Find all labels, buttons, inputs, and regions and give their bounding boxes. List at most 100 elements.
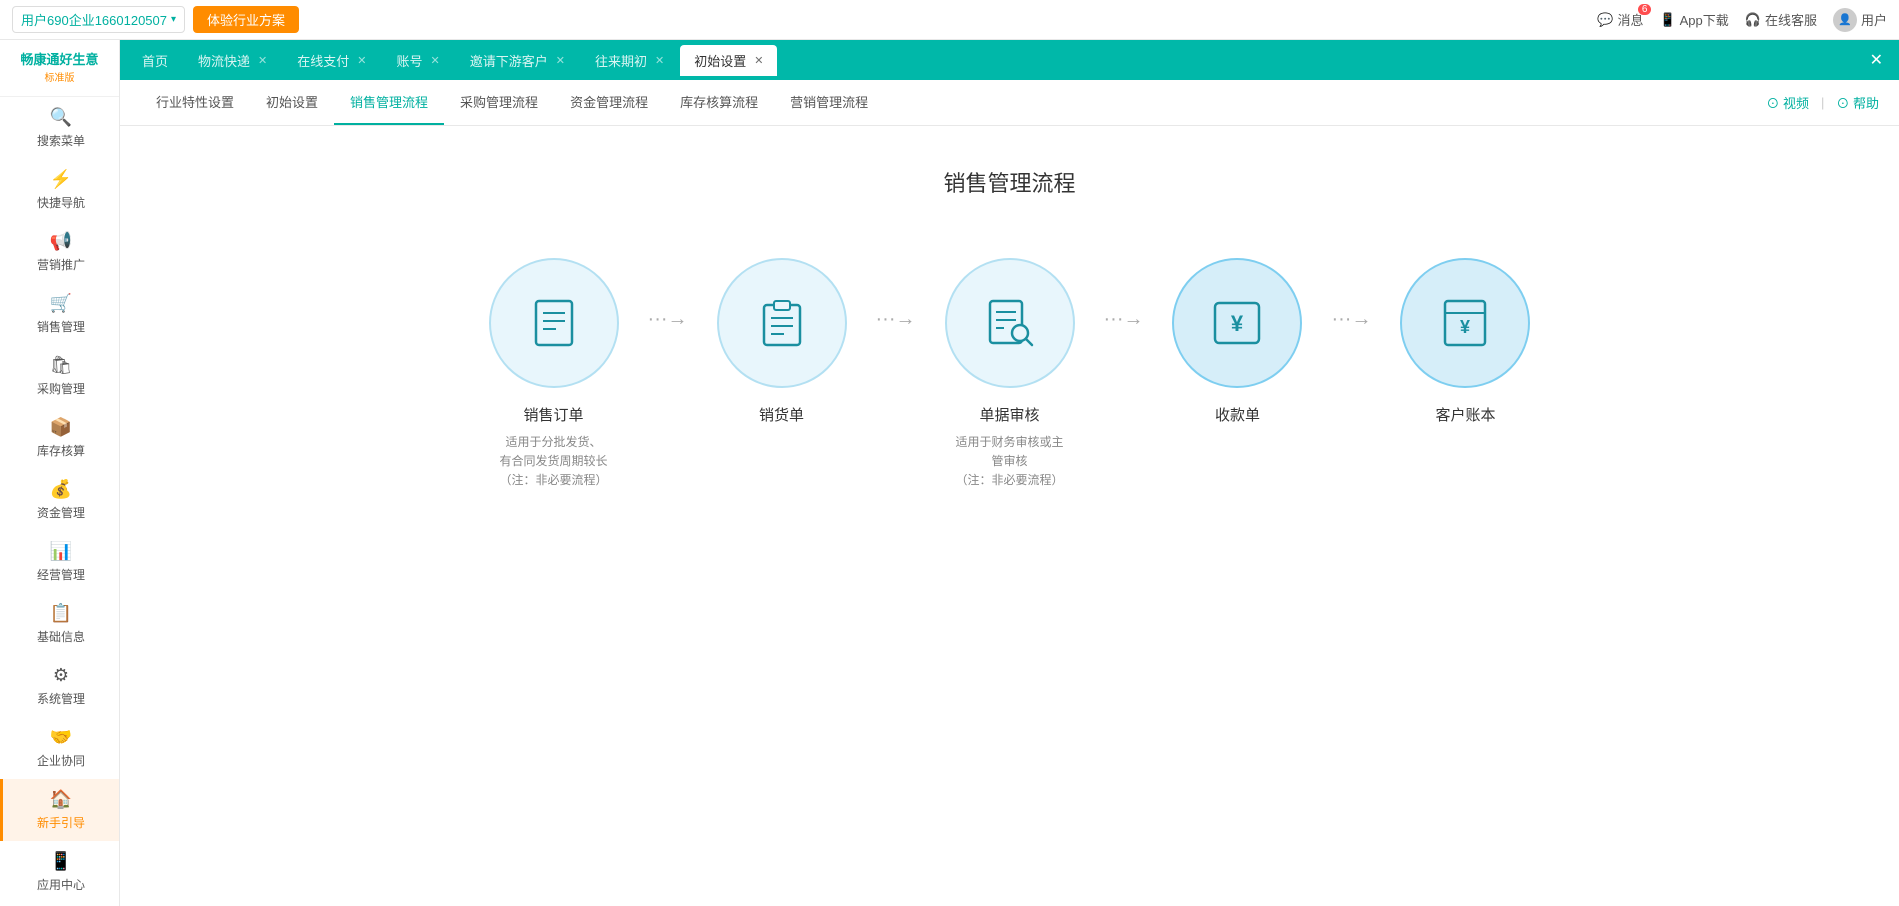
sub-tab-help: ⊙ 视频|⊙ 帮助 — [1766, 93, 1879, 112]
chevron-down-icon: ▾ — [171, 14, 176, 25]
sidebar-item-new-guide[interactable]: 🏠 新手引导 — [0, 779, 119, 841]
close-all-tabs[interactable]: ✕ — [1862, 46, 1891, 74]
sidebar-item-inventory[interactable]: 📦库存核算 — [0, 407, 119, 469]
help-link[interactable]: ⊙ 帮助 — [1836, 93, 1879, 112]
app-download-item[interactable]: 📱 App下载 — [1659, 10, 1728, 29]
sidebar-label: 企业协同 — [37, 752, 85, 769]
svg-text:¥: ¥ — [1231, 311, 1244, 336]
sidebar-item-enterprise-coop[interactable]: 🤝 企业协同 — [0, 717, 119, 779]
flow-item-sales-order[interactable]: 销售订单 适用于分批发货、有合同发货周期较长（注：非必要流程） — [464, 258, 644, 491]
nav-tab-account[interactable]: 账号✕ — [382, 45, 453, 76]
sidebar-item-quick-nav[interactable]: ⚡ 快捷导航 — [0, 159, 119, 221]
flow-section: 销售管理流程 销售订单 适用于分批发货、有合同发货周期较长（注：非必要流程） ·… — [120, 126, 1899, 531]
operations-icon: 📊 — [50, 541, 72, 562]
nav-tab-label: 邀请下游客户 — [470, 51, 548, 70]
content-area: 首页物流快递✕在线支付✕账号✕邀请下游客户✕往来期初✕初始设置✕✕ 行业特性设置… — [120, 40, 1899, 906]
sidebar-label: 系统管理 — [37, 690, 85, 707]
flow-step-name: 销售订单 — [524, 404, 584, 425]
basic-info-icon: 📋 — [50, 603, 72, 624]
logo-area[interactable]: 畅康通好生意 标准版 — [0, 40, 119, 97]
flow-item-audit[interactable]: 单据审核 适用于财务审核或主管审核（注：非必要流程） — [920, 258, 1100, 491]
sidebar-item-basic-info[interactable]: 📋 基础信息 — [0, 593, 119, 655]
inventory-icon: 📦 — [50, 417, 72, 438]
message-badge: 6 — [1638, 4, 1652, 15]
sidebar-item-sales[interactable]: 🛒销售管理 — [0, 283, 119, 345]
system-icon: ⚙ — [53, 665, 69, 686]
sidebar-label: 新手引导 — [37, 814, 85, 831]
sub-tab-initial[interactable]: 初始设置 — [250, 80, 334, 125]
headset-icon: 🎧 — [1745, 12, 1761, 28]
flow-item-customer-ledger[interactable]: ¥ 客户账本 — [1375, 258, 1555, 433]
online-service-item[interactable]: 🎧 在线客服 — [1745, 10, 1817, 29]
flow-circle — [945, 258, 1075, 388]
sidebar: 畅康通好生意 标准版 🔍搜索菜单 ⚡ 快捷导航 📢营销推广🛒销售管理 🛍 采购管理 📦库存核… — [0, 40, 120, 906]
sidebar-item-marketing[interactable]: 📢营销推广 — [0, 221, 119, 283]
close-icon[interactable]: ✕ — [258, 54, 267, 67]
logo-title: 畅康通好生意 — [8, 52, 111, 69]
flow-row: 销售订单 适用于分批发货、有合同发货周期较长（注：非必要流程） ···→ 销货单… — [180, 258, 1839, 491]
close-icon[interactable]: ✕ — [655, 54, 664, 67]
close-icon[interactable]: ✕ — [431, 54, 440, 67]
sidebar-item-system[interactable]: ⚙ 系统管理 — [0, 655, 119, 717]
nav-tab-init-settings[interactable]: 初始设置 ✕ — [680, 45, 777, 76]
nav-tab-payment[interactable]: 在线支付 ✕ — [283, 45, 380, 76]
sidebar-item-operations[interactable]: 📊经营管理 — [0, 531, 119, 593]
flow-arrow: ···→ — [644, 258, 692, 331]
nav-tabs: 首页物流快递✕在线支付✕账号✕邀请下游客户✕往来期初✕初始设置✕✕ — [120, 40, 1899, 80]
nav-tab-label: 在线支付 — [297, 51, 349, 70]
sidebar-item-purchase[interactable]: 🛍 采购管理 — [0, 345, 119, 407]
sub-tab-inventory-flow[interactable]: 库存核算流程 — [664, 80, 774, 125]
sub-tab-purchase-flow[interactable]: 采购管理流程 — [444, 80, 554, 125]
purchase-icon: 🛍 — [50, 355, 73, 376]
flow-circle — [717, 258, 847, 388]
flow-circle: ¥ — [1400, 258, 1530, 388]
top-bar: 用户690企业1660120507 ▾ 体验行业方案 💬 消息 6 📱 App下… — [0, 0, 1899, 40]
page-content: 行业特性设置初始设置销售管理流程采购管理流程资金管理流程库存核算流程营销管理流程… — [120, 80, 1899, 906]
messages-item[interactable]: 💬 消息 6 — [1597, 10, 1643, 29]
close-icon[interactable]: ✕ — [556, 54, 565, 67]
sub-tab-marketing-flow[interactable]: 营销管理流程 — [774, 80, 884, 125]
trial-button[interactable]: 体验行业方案 — [193, 6, 299, 33]
sidebar-label: 资金管理 — [37, 504, 85, 521]
nav-tab-home[interactable]: 首页 — [128, 45, 182, 76]
flow-step-name: 客户账本 — [1435, 404, 1495, 425]
nav-tab-logistics[interactable]: 物流快递 ✕ — [184, 45, 281, 76]
sub-tab-finance-flow[interactable]: 资金管理流程 — [554, 80, 664, 125]
user-selector[interactable]: 用户690企业1660120507 ▾ — [12, 6, 185, 33]
message-icon: 💬 — [1597, 12, 1613, 28]
quick-nav-icon: ⚡ — [50, 169, 72, 190]
app-icon: 📱 — [1659, 12, 1675, 28]
close-icon[interactable]: ✕ — [357, 54, 366, 67]
close-icon[interactable]: ✕ — [754, 54, 763, 67]
flow-step-name: 收款单 — [1215, 404, 1260, 425]
flow-item-receipt[interactable]: ¥ 收款单 — [1147, 258, 1327, 433]
flow-title: 销售管理流程 — [180, 166, 1839, 198]
avatar: 👤 — [1833, 8, 1857, 32]
sidebar-label: 采购管理 — [37, 380, 85, 397]
nav-tab-period[interactable]: 往来期初 ✕ — [581, 45, 678, 76]
sidebar-label: 快捷导航 — [37, 194, 85, 211]
nav-tab-label: 初始设置 — [694, 51, 746, 70]
sub-tab-sales-flow[interactable]: 销售管理流程 — [334, 80, 444, 125]
video-link[interactable]: ⊙ 视频 — [1766, 93, 1809, 112]
nav-tab-label: 物流快递 — [198, 51, 250, 70]
sidebar-label: 应用中心 — [37, 876, 85, 893]
user-avatar-item[interactable]: 👤 用户 — [1833, 8, 1887, 32]
flow-arrow: ···→ — [1327, 258, 1375, 331]
nav-tab-label: 往来期初 — [595, 51, 647, 70]
sidebar-label: 基础信息 — [37, 628, 85, 645]
sidebar-label: 搜索菜单 — [37, 132, 85, 149]
new-guide-icon: 🏠 — [50, 789, 72, 810]
sidebar-item-finance[interactable]: 💰资金管理 — [0, 469, 119, 531]
flow-item-sales-invoice[interactable]: 销货单 — [692, 258, 872, 433]
logo-subtitle: 标准版 — [8, 69, 111, 84]
nav-tab-invite[interactable]: 邀请下游客户 ✕ — [456, 45, 579, 76]
enterprise-coop-icon: 🤝 — [50, 727, 72, 748]
sidebar-item-app-center[interactable]: 📱应用中心 — [0, 841, 119, 903]
sub-tab-industry[interactable]: 行业特性设置 — [140, 80, 250, 125]
flow-step-name: 单据审核 — [979, 404, 1039, 425]
sidebar-item-search[interactable]: 🔍搜索菜单 — [0, 97, 119, 159]
flow-step-name: 销货单 — [759, 404, 804, 425]
flow-circle — [489, 258, 619, 388]
user-label: 用户690企业1660120507 — [21, 10, 167, 29]
